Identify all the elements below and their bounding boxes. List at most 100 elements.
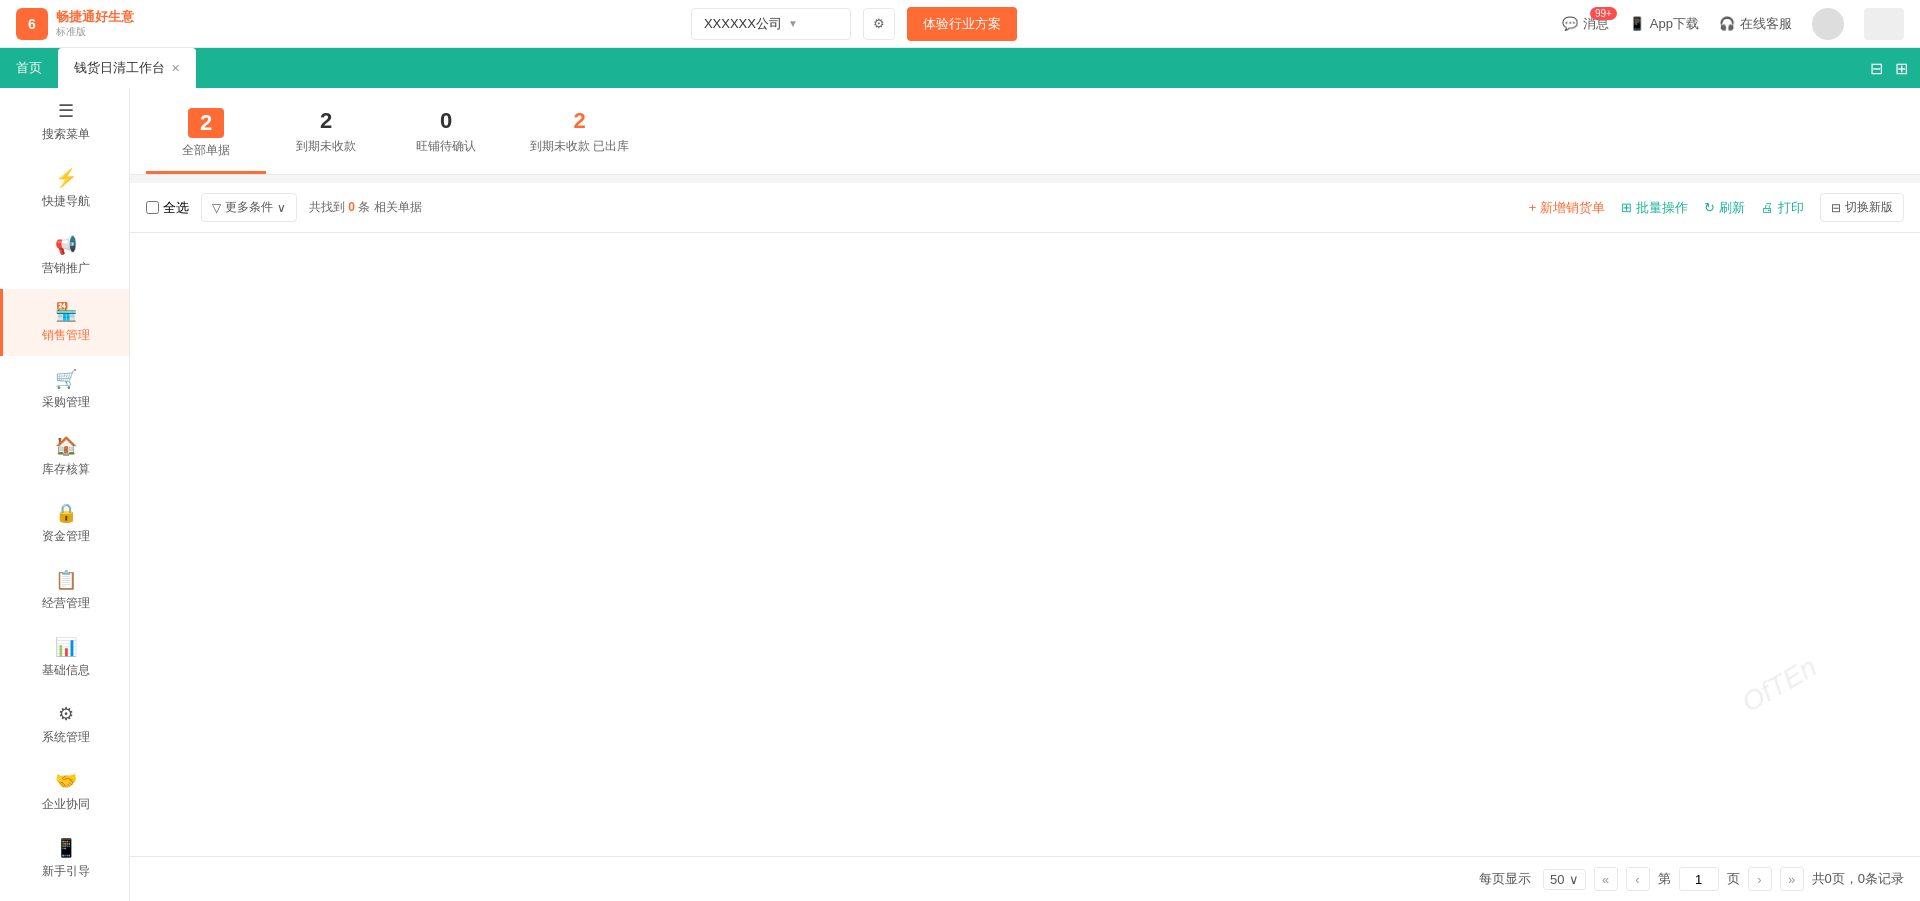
stat-tab-overdue-out[interactable]: 2 到期未收款 已出库 — [506, 100, 653, 174]
user-menu[interactable] — [1864, 8, 1904, 40]
sidebar-item-inventory[interactable]: 🏠 库存核算 — [0, 423, 129, 490]
sidebar-item-system[interactable]: ⚙ 系统管理 — [0, 691, 129, 758]
filter-arrow-icon: ∨ — [277, 201, 286, 215]
refresh-button[interactable]: ↻ 刷新 — [1704, 199, 1745, 217]
page-label: 第 — [1658, 870, 1671, 888]
top-header: 6 畅捷通好生意 标准版 XXXXXX公司 ▼ ⚙ 体验行业方案 💬 消息 99… — [0, 0, 1920, 48]
newbie-icon: 📱 — [55, 837, 77, 859]
company-selector[interactable]: XXXXXX公司 ▼ — [691, 8, 851, 40]
refresh-icon: ↻ — [1704, 200, 1715, 215]
sidebar-item-app-center[interactable]: 🎁 应用中心 — [0, 892, 129, 901]
operations-icon: 📋 — [55, 569, 77, 591]
stat-label-overdue: 到期未收款 — [296, 138, 356, 155]
tab-home[interactable]: 首页 — [0, 48, 58, 88]
app-download-action[interactable]: 📱 App下载 — [1629, 15, 1699, 33]
more-filters-button[interactable]: ▽ 更多条件 ∨ — [201, 193, 297, 222]
filter-icon: ▽ — [212, 201, 221, 215]
per-page-arrow: ∨ — [1569, 872, 1579, 887]
main-content: 2 全部单据 2 到期未收款 0 旺铺待确认 2 到期未收款 已出库 — [130, 88, 1920, 901]
message-icon: 💬 — [1562, 16, 1578, 31]
sales-icon: 🏪 — [55, 301, 77, 323]
page-suffix: 页 — [1727, 870, 1740, 888]
batch-icon: ⊞ — [1621, 200, 1632, 215]
sidebar-item-finance[interactable]: 🔒 资金管理 — [0, 490, 129, 557]
stat-tab-pending[interactable]: 0 旺铺待确认 — [386, 100, 506, 174]
pagination-bar: 每页显示 50 ∨ « ‹ 第 页 › » 共0页，0条记录 — [130, 856, 1920, 901]
stat-count-overdue: 2 — [320, 108, 332, 134]
search-menu-icon: ☰ — [58, 100, 74, 122]
prev-page-button[interactable]: ‹ — [1626, 867, 1650, 891]
download-icon: 📱 — [1629, 16, 1645, 31]
toolbar: 全选 ▽ 更多条件 ∨ 共找到 0 条 相关单据 + 新增销货单 ⊞ 批量操作 — [130, 183, 1920, 233]
select-all-checkbox[interactable]: 全选 — [146, 199, 189, 217]
first-page-button[interactable]: « — [1594, 867, 1618, 891]
sidebar-item-enterprise[interactable]: 🤝 企业协同 — [0, 758, 129, 825]
finance-icon: 🔒 — [55, 502, 77, 524]
total-label: 共0页，0条记录 — [1812, 870, 1904, 888]
header-right: 💬 消息 99+ 📱 App下载 🎧 在线客服 — [1562, 8, 1904, 40]
settings-icon: ⚙ — [873, 16, 885, 31]
sidebar-item-base-info[interactable]: 📊 基础信息 — [0, 624, 129, 691]
sidebar: ☰ 搜索菜单 ⚡ 快捷导航 📢 营销推广 🏪 销售管理 🛒 采购管理 🏠 库存核… — [0, 88, 130, 901]
main-layout: ☰ 搜索菜单 ⚡ 快捷导航 📢 营销推广 🏪 销售管理 🛒 采购管理 🏠 库存核… — [0, 88, 1920, 901]
company-dropdown-arrow: ▼ — [788, 18, 798, 29]
sidebar-item-newbie[interactable]: 📱 新手引导 — [0, 825, 129, 892]
sidebar-item-marketing[interactable]: 📢 营销推广 — [0, 222, 129, 289]
batch-op-button[interactable]: ⊞ 批量操作 — [1621, 199, 1688, 217]
tab-workbench-label: 钱货日清工作台 — [74, 59, 165, 77]
purchase-icon: 🛒 — [55, 368, 77, 390]
switch-icon: ⊟ — [1831, 201, 1841, 215]
tab-close-icon[interactable]: ✕ — [171, 62, 180, 75]
stat-label-all: 全部单据 — [182, 142, 230, 159]
stat-count-all: 2 — [188, 108, 224, 138]
stat-count-overdue-out: 2 — [574, 108, 586, 134]
switch-version-button[interactable]: ⊟ 切换新版 — [1820, 193, 1904, 222]
per-page-label: 每页显示 — [1479, 870, 1531, 888]
select-all-input[interactable] — [146, 201, 159, 214]
settings-button[interactable]: ⚙ — [863, 8, 895, 40]
trial-button[interactable]: 体验行业方案 — [907, 7, 1017, 41]
stats-bar: 2 全部单据 2 到期未收款 0 旺铺待确认 2 到期未收款 已出库 — [130, 88, 1920, 175]
sidebar-item-sales[interactable]: 🏪 销售管理 — [0, 289, 129, 356]
avatar[interactable] — [1812, 8, 1844, 40]
content-area — [130, 233, 1920, 856]
stat-count-pending: 0 — [440, 108, 452, 134]
sidebar-item-search[interactable]: ☰ 搜索菜单 — [0, 88, 129, 155]
stat-tab-all[interactable]: 2 全部单据 — [146, 100, 266, 174]
tab-bar: 首页 钱货日清工作台 ✕ ⊟ ⊞ — [0, 48, 1920, 88]
stats-tabs: 2 全部单据 2 到期未收款 0 旺铺待确认 2 到期未收款 已出库 — [146, 100, 1904, 174]
messages-badge: 99+ — [1590, 7, 1617, 20]
sidebar-item-quick-nav[interactable]: ⚡ 快捷导航 — [0, 155, 129, 222]
sidebar-item-operations[interactable]: 📋 经营管理 — [0, 557, 129, 624]
app-logo-text: 畅捷通好生意 标准版 — [56, 9, 134, 39]
per-page-select[interactable]: 50 ∨ — [1543, 869, 1585, 890]
last-page-button[interactable]: » — [1780, 867, 1804, 891]
messages-action[interactable]: 💬 消息 99+ — [1562, 15, 1609, 33]
service-icon: 🎧 — [1719, 16, 1735, 31]
tab-minimize-icon[interactable]: ⊟ — [1870, 59, 1883, 78]
sidebar-item-purchase[interactable]: 🛒 采购管理 — [0, 356, 129, 423]
marketing-icon: 📢 — [55, 234, 77, 256]
inventory-icon: 🏠 — [55, 435, 77, 457]
toolbar-right: + 新增销货单 ⊞ 批量操作 ↻ 刷新 🖨 打印 ⊟ 切换新版 — [1529, 193, 1904, 222]
enterprise-icon: 🤝 — [55, 770, 77, 792]
online-service-action[interactable]: 🎧 在线客服 — [1719, 15, 1792, 33]
system-icon: ⚙ — [58, 703, 74, 725]
quick-nav-icon: ⚡ — [55, 167, 77, 189]
stat-tab-overdue[interactable]: 2 到期未收款 — [266, 100, 386, 174]
found-text: 共找到 0 条 相关单据 — [309, 199, 422, 216]
next-page-button[interactable]: › — [1748, 867, 1772, 891]
print-icon: 🖨 — [1761, 200, 1774, 215]
page-number-input[interactable] — [1679, 867, 1719, 891]
tab-workbench[interactable]: 钱货日清工作台 ✕ — [58, 48, 196, 88]
new-sale-button[interactable]: + 新增销货单 — [1529, 199, 1605, 217]
app-logo-icon: 6 — [16, 8, 48, 40]
tab-maximize-icon[interactable]: ⊞ — [1895, 59, 1908, 78]
print-button[interactable]: 🖨 打印 — [1761, 199, 1804, 217]
stat-label-pending: 旺铺待确认 — [416, 138, 476, 155]
stat-label-overdue-out: 到期未收款 已出库 — [530, 138, 629, 155]
tab-controls: ⊟ ⊞ — [1870, 59, 1920, 78]
base-info-icon: 📊 — [55, 636, 77, 658]
tab-home-label: 首页 — [16, 59, 42, 77]
logo-area: 6 畅捷通好生意 标准版 — [16, 8, 146, 40]
